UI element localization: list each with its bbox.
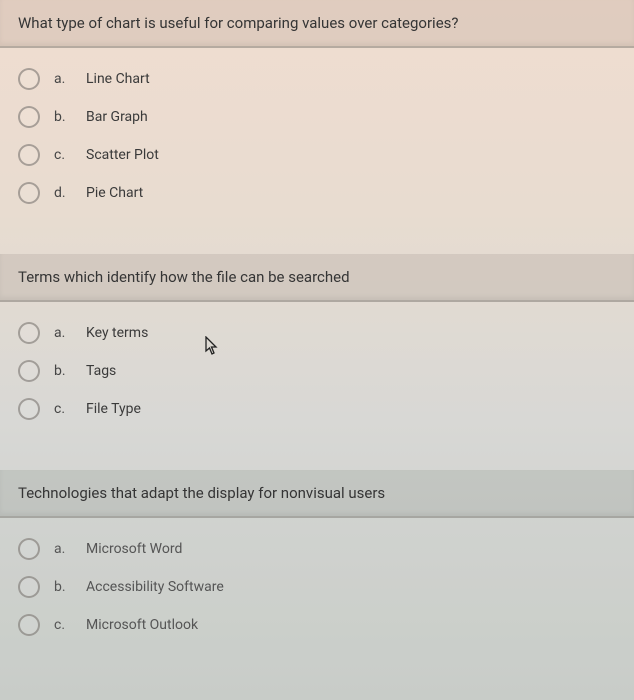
option-letter: c. xyxy=(54,617,72,633)
option-row[interactable]: b. Accessibility Software xyxy=(18,568,616,606)
question-block-2: Terms which identify how the file can be… xyxy=(0,254,634,450)
question-prompt: Terms which identify how the file can be… xyxy=(0,254,634,302)
option-letter: d. xyxy=(54,185,72,201)
radio-icon[interactable] xyxy=(18,182,40,204)
radio-icon[interactable] xyxy=(18,576,40,598)
option-row[interactable]: a. Microsoft Word xyxy=(18,530,616,568)
option-row[interactable]: c. Microsoft Outlook xyxy=(18,606,616,644)
option-letter: b. xyxy=(54,109,72,125)
option-row[interactable]: b. Bar Graph xyxy=(18,98,616,136)
options-list: a. Microsoft Word b. Accessibility Softw… xyxy=(0,518,634,666)
question-prompt: Technologies that adapt the display for … xyxy=(0,470,634,518)
option-letter: b. xyxy=(54,579,72,595)
option-letter: a. xyxy=(54,71,72,87)
option-text: Line Chart xyxy=(86,71,150,87)
option-letter: c. xyxy=(54,147,72,163)
option-letter: a. xyxy=(54,325,72,341)
question-prompt: What type of chart is useful for compari… xyxy=(0,0,634,48)
option-row[interactable]: a. Key terms xyxy=(18,314,616,352)
option-text: Bar Graph xyxy=(86,109,148,125)
options-list: a. Key terms b. Tags c. File Type xyxy=(0,302,634,450)
option-row[interactable]: b. Tags xyxy=(18,352,616,390)
radio-icon[interactable] xyxy=(18,614,40,636)
question-block-1: What type of chart is useful for compari… xyxy=(0,0,634,234)
radio-icon[interactable] xyxy=(18,68,40,90)
option-letter: c. xyxy=(54,401,72,417)
option-text: Microsoft Word xyxy=(86,541,182,557)
option-letter: a. xyxy=(54,541,72,557)
radio-icon[interactable] xyxy=(18,360,40,382)
radio-icon[interactable] xyxy=(18,106,40,128)
radio-icon[interactable] xyxy=(18,398,40,420)
option-text: File Type xyxy=(86,401,141,417)
option-text: Tags xyxy=(86,363,116,379)
option-text: Accessibility Software xyxy=(86,579,224,595)
option-row[interactable]: d. Pie Chart xyxy=(18,174,616,212)
option-letter: b. xyxy=(54,363,72,379)
option-text: Key terms xyxy=(86,325,148,341)
option-row[interactable]: c. File Type xyxy=(18,390,616,428)
option-text: Scatter Plot xyxy=(86,147,159,163)
option-row[interactable]: a. Line Chart xyxy=(18,60,616,98)
option-text: Pie Chart xyxy=(86,185,143,201)
option-row[interactable]: c. Scatter Plot xyxy=(18,136,616,174)
option-text: Microsoft Outlook xyxy=(86,617,198,633)
radio-icon[interactable] xyxy=(18,538,40,560)
options-list: a. Line Chart b. Bar Graph c. Scatter Pl… xyxy=(0,48,634,234)
radio-icon[interactable] xyxy=(18,322,40,344)
question-block-3: Technologies that adapt the display for … xyxy=(0,470,634,666)
radio-icon[interactable] xyxy=(18,144,40,166)
